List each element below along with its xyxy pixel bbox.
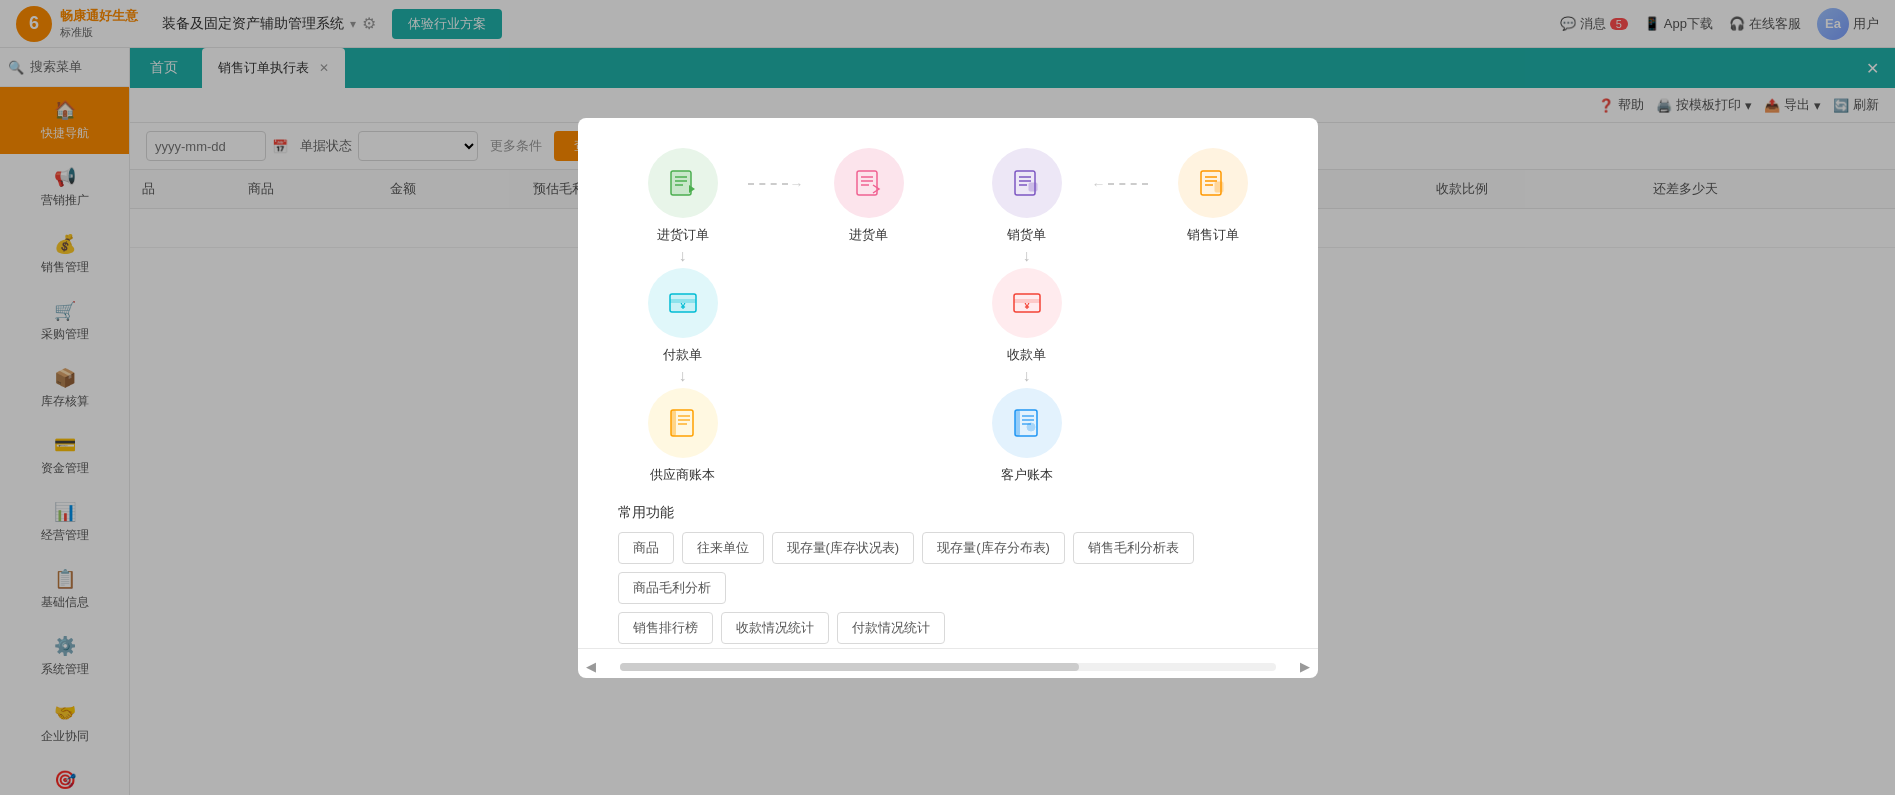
btn-goods[interactable]: 商品 [618,532,674,564]
sales-order-node[interactable]: 销售订单 [1148,148,1278,244]
svg-rect-15 [857,171,877,195]
payment-bill-node[interactable]: ¥ 付款单 [618,268,748,364]
customer-ledger-label: 客户账本 [1001,466,1053,484]
col-sales-order: 销售订单 [1148,148,1278,244]
payment-bill-label: 付款单 [663,346,702,364]
receipt-bill-label: 收款单 [1007,346,1046,364]
common-buttons-row2: 销售排行榜 收款情况统计 付款情况统计 [618,612,1278,644]
sales-bill-icon [992,148,1062,218]
svg-text:¥: ¥ [680,301,685,311]
modal: 进货订单 ↓ ¥ [578,118,1318,678]
arrow-down-supplier: ↓ [618,368,748,384]
purchase-order-label: 进货订单 [657,226,709,244]
svg-point-32 [1027,423,1035,431]
purchase-bill-label: 进货单 [849,226,888,244]
arrow-h-sales: ← [1092,148,1148,192]
common-buttons-row1: 商品 往来单位 现存量(库存状况表) 现存量(库存分布表) 销售毛利分析表 商品… [618,532,1278,604]
svg-text:¥: ¥ [1024,301,1029,311]
col-sales-bill: 销货单 ↓ ¥ 收款单 [962,148,1092,484]
supplier-ledger-label: 供应商账本 [650,466,715,484]
scroll-right-icon[interactable]: ▶ [1292,659,1318,674]
btn-goods-profit[interactable]: 商品毛利分析 [618,572,726,604]
btn-counterparty[interactable]: 往来单位 [682,532,764,564]
svg-marker-5 [689,185,695,193]
btn-sales-profit[interactable]: 销售毛利分析表 [1073,532,1194,564]
sales-bill-node[interactable]: 销货单 [962,148,1092,244]
sales-order-icon [1178,148,1248,218]
supplier-ledger-node[interactable]: 供应商账本 [618,388,748,484]
purchase-order-icon [648,148,718,218]
btn-sales-rank[interactable]: 销售排行榜 [618,612,713,644]
arrow-down-payment: ↓ [618,248,748,264]
customer-ledger-node[interactable]: 客户账本 [962,388,1092,484]
btn-receipt-stats[interactable]: 收款情况统计 [721,612,829,644]
btn-stock-dist[interactable]: 现存量(库存分布表) [922,532,1065,564]
arrow-down-receipt: ↓ [962,248,1092,264]
modal-scrollbar-thumb[interactable] [620,663,1079,671]
common-functions-section: 常用功能 商品 往来单位 现存量(库存状况表) 现存量(库存分布表) 销售毛利分… [618,504,1278,644]
flow-diagram: 进货订单 ↓ ¥ [618,148,1278,484]
sales-bill-label: 销货单 [1007,226,1046,244]
common-functions-title: 常用功能 [618,504,1278,522]
modal-scrollbar[interactable] [620,663,1276,671]
svg-rect-11 [671,410,676,436]
supplier-ledger-icon [648,388,718,458]
btn-stock-status[interactable]: 现存量(库存状况表) [772,532,915,564]
btn-payment-stats[interactable]: 付款情况统计 [837,612,945,644]
modal-overlay[interactable]: 进货订单 ↓ ¥ [0,0,1895,795]
purchase-bill-node[interactable]: 进货单 [804,148,934,244]
arrow-h-purchase: → [748,148,804,192]
arrow-down-customer: ↓ [962,368,1092,384]
modal-scroll-area: ◀ ▶ [578,648,1318,678]
svg-rect-23 [1029,183,1037,191]
col-purchase-bill: 进货单 [804,148,934,244]
purchase-order-node[interactable]: 进货订单 [618,148,748,244]
receipt-bill-icon: ¥ [992,268,1062,338]
customer-ledger-icon [992,388,1062,458]
col-purchase: 进货订单 ↓ ¥ [618,148,748,484]
modal-content: 进货订单 ↓ ¥ [578,118,1318,648]
modal-scrollbar-track [604,655,1292,678]
purchase-bill-icon [834,148,904,218]
svg-rect-28 [1015,410,1020,436]
payment-bill-icon: ¥ [648,268,718,338]
scroll-left-icon[interactable]: ◀ [578,659,604,674]
svg-rect-0 [671,171,691,195]
svg-rect-37 [1215,182,1223,192]
receipt-bill-node[interactable]: ¥ 收款单 [962,268,1092,364]
sales-order-label: 销售订单 [1187,226,1239,244]
